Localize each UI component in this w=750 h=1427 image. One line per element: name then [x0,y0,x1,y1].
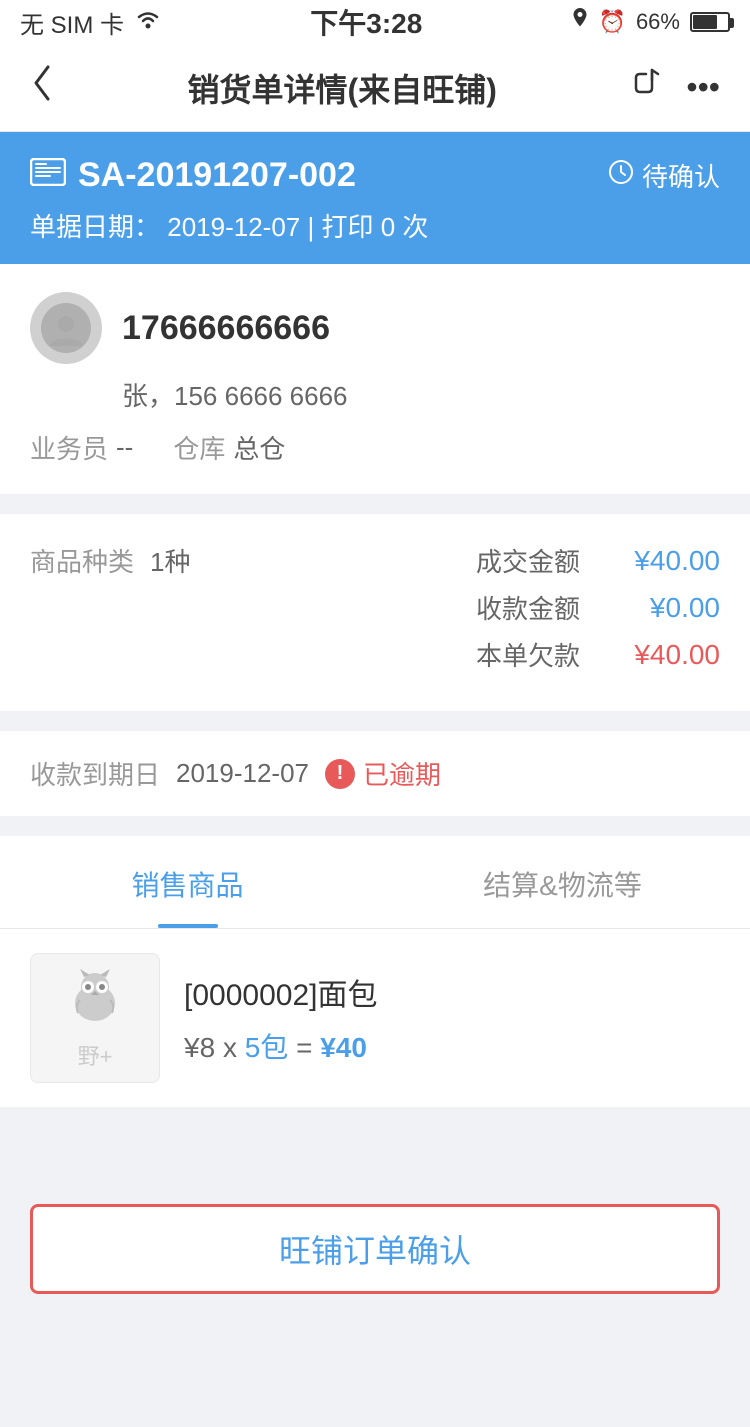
warehouse-value: 总仓 [233,429,285,466]
confirm-order-button[interactable]: 旺铺订单确认 [30,1204,720,1294]
warehouse-label: 仓库 [173,429,225,466]
deal-amount-value: ¥40.00 [600,545,720,577]
page-title: 销货单详情(来自旺铺) [188,65,497,111]
tab-settlement-label: 结算&物流等 [483,870,642,901]
product-price-row: ¥8 x 5包 = ¥40 [184,1026,720,1066]
due-date-label: 收款到期日 [30,755,160,792]
sales-value: -- [116,432,133,463]
battery-text: 66% [636,9,680,35]
equals-sign: = [296,1032,320,1063]
product-total: ¥40 [320,1032,367,1063]
confirm-btn-wrapper: 旺铺订单确认 [0,1184,750,1334]
date-label: 单据日期： [30,212,160,242]
order-header: SA-20191207-002 待确认 单据日期： 2019-12-07 | 打… [0,132,750,264]
order-number: SA-20191207-002 [78,156,356,195]
carrier-text: 无 SIM 卡 [20,5,124,40]
status-clock-icon [608,159,634,192]
customer-meta: 业务员 -- 仓库 总仓 [30,429,720,466]
due-date-section: 收款到期日 2019-12-07 ! 已逾期 [0,731,750,816]
nav-bar: 销货单详情(来自旺铺) ••• [0,44,750,132]
status-text: 待确认 [642,157,720,194]
avatar [30,292,102,364]
order-icon [30,156,66,195]
order-status: 待确认 [608,157,720,194]
share-icon[interactable] [630,66,666,110]
date-value: 2019-12-07 [167,212,300,242]
amounts-section: 商品种类 1种 成交金额 ¥40.00 收款金额 ¥0.00 本单欠款 ¥40.… [0,514,750,711]
overdue-badge: ! 已逾期 [325,755,441,792]
warehouse-meta: 仓库 总仓 [173,429,285,466]
product-item: 野+ [0000002]面包 ¥8 x 5包 = ¥40 [30,953,720,1083]
order-header-top: SA-20191207-002 待确认 [30,156,720,195]
product-types-value: 1种 [150,542,190,579]
debt-value: ¥40.00 [600,639,720,671]
back-button[interactable] [30,63,54,112]
tabs-header: 销售商品 结算&物流等 [0,836,750,929]
product-types: 商品种类 1种 [30,542,190,579]
amounts-right: 成交金额 ¥40.00 收款金额 ¥0.00 本单欠款 ¥40.00 [476,542,720,683]
overdue-text: 已逾期 [363,755,441,792]
due-date-value: 2019-12-07 [176,758,309,789]
thumb-plus-text: 野+ [78,1039,113,1071]
customer-top: 17666666666 [30,292,720,364]
tab-settlement[interactable]: 结算&物流等 [375,836,750,928]
tabs-section: 销售商品 结算&物流等 [0,836,750,1107]
status-time: 下午3:28 [310,2,422,42]
print-text: 打印 0 次 [321,212,428,242]
debt-amount-row: 本单欠款 ¥40.00 [476,636,720,673]
status-left: 无 SIM 卡 [20,5,162,40]
received-amount-row: 收款金额 ¥0.00 [476,589,720,626]
status-right: ⏰ 66% [571,8,730,36]
deal-amount-row: 成交金额 ¥40.00 [476,542,720,579]
customer-name: 张，156 6666 6666 [30,376,720,413]
sales-label: 业务员 [30,429,108,466]
status-bar: 无 SIM 卡 下午3:28 ⏰ 66% [0,0,750,44]
received-label: 收款金额 [476,589,580,626]
product-thumbnail: 野+ [30,953,160,1083]
product-list: 野+ [0000002]面包 ¥8 x 5包 = ¥40 [0,929,750,1107]
location-icon [571,8,589,36]
tab-sales-label: 销售商品 [131,870,243,901]
order-date-info: 单据日期： 2019-12-07 | 打印 0 次 [30,207,720,244]
owl-icon [60,965,130,1035]
product-qty: 5包 [245,1032,289,1063]
more-icon[interactable]: ••• [686,69,720,106]
debt-label: 本单欠款 [476,636,580,673]
product-price: ¥8 [184,1032,215,1063]
date-separator: | [307,212,321,242]
avatar-inner [41,303,91,353]
sales-meta: 业务员 -- [30,429,133,466]
overdue-icon: ! [325,759,355,789]
customer-section: 17666666666 张，156 6666 6666 业务员 -- 仓库 总仓 [0,264,750,494]
received-value: ¥0.00 [600,592,720,624]
order-id: SA-20191207-002 [30,156,356,195]
battery-icon [690,12,730,32]
customer-phone: 17666666666 [122,309,330,348]
wifi-icon [134,8,162,36]
product-types-label: 商品种类 [30,542,134,579]
product-info: [0000002]面包 ¥8 x 5包 = ¥40 [184,970,720,1066]
multiply-sign: x [223,1032,245,1063]
product-name: [0000002]面包 [184,970,720,1014]
alarm-icon: ⏰ [599,9,626,35]
deal-amount-label: 成交金额 [476,542,580,579]
tab-sales-products[interactable]: 销售商品 [0,836,375,928]
nav-actions: ••• [630,66,720,110]
